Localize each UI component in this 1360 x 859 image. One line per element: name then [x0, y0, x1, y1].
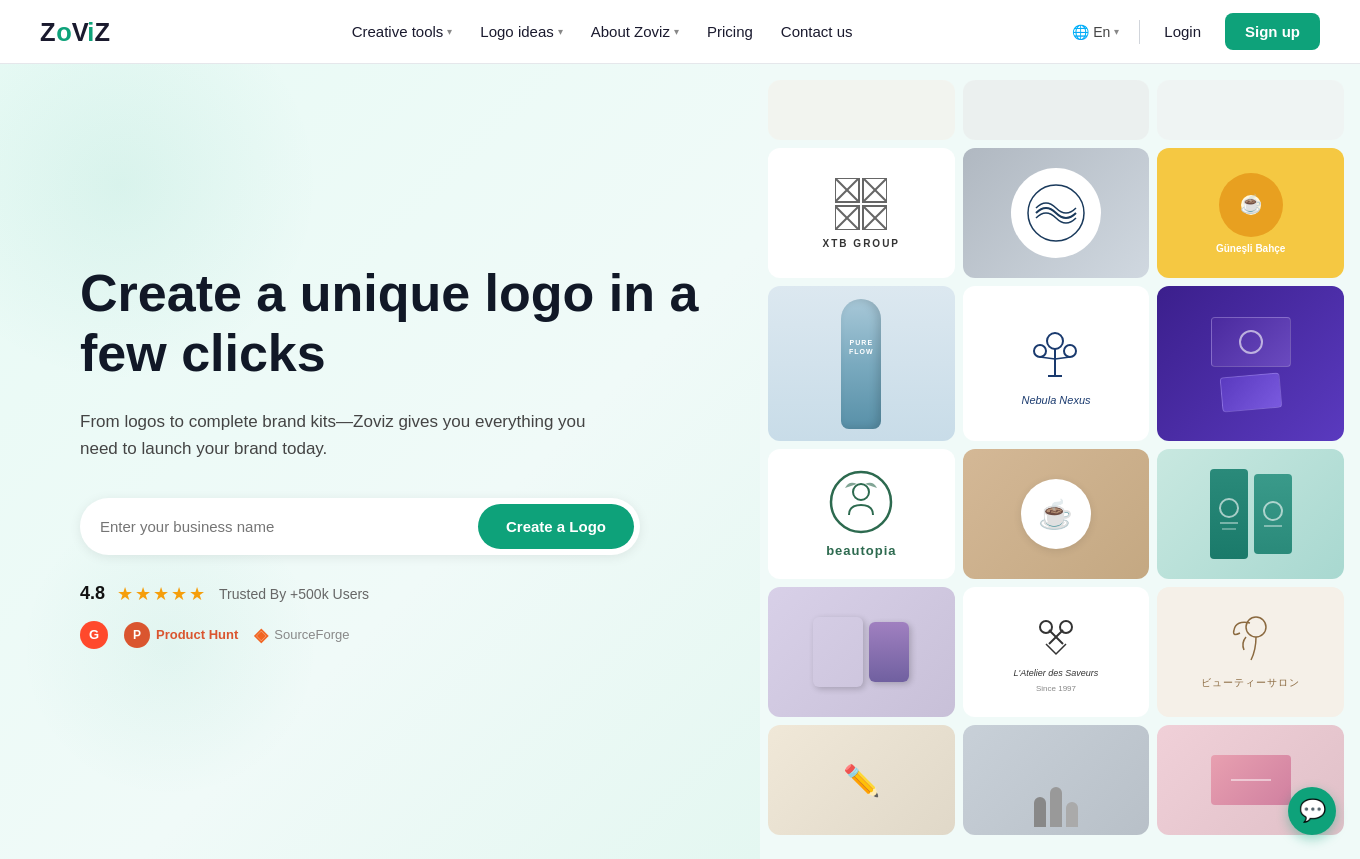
gunesli-name: Güneşli Bahçe — [1216, 243, 1285, 254]
svg-line-25 — [1055, 357, 1070, 359]
nebula-logo-icon — [1028, 321, 1083, 386]
hero-subtext: From logos to complete brand kits—Zoviz … — [80, 408, 600, 462]
beauty-jp-logo-icon — [1226, 615, 1276, 670]
rating-number: 4.8 — [80, 583, 105, 604]
beautopia-name: beautopia — [826, 543, 896, 558]
atelier-name: L'Atelier des Saveurs — [1014, 668, 1099, 678]
gallery-card-top3 — [1157, 80, 1344, 140]
gallery-card-beauty-jp[interactable]: ビューティーサロン — [1157, 587, 1344, 717]
svg-point-20 — [1047, 333, 1063, 349]
badge-row: G P Product Hunt ◈ SourceForge — [80, 621, 700, 649]
create-logo-button[interactable]: Create a Logo — [478, 504, 634, 549]
gallery-card-sketch[interactable]: ✏️ — [768, 725, 955, 835]
svg-line-24 — [1040, 357, 1055, 359]
nav-about[interactable]: About Zoviz ▾ — [579, 15, 691, 48]
nav-right: 🌐 En ▾ Login Sign up — [1064, 13, 1320, 50]
chevron-down-icon: ▾ — [1114, 26, 1119, 37]
nav-links: Creative tools ▾ Logo ideas ▾ About Zovi… — [340, 15, 865, 48]
chevron-down-icon: ▾ — [674, 26, 679, 37]
globe-icon: 🌐 — [1072, 24, 1089, 40]
hero-headline: Create a unique logo in a few clicks — [80, 264, 700, 384]
svg-text:V: V — [72, 18, 89, 46]
producthunt-badge[interactable]: P Product Hunt — [124, 622, 238, 648]
bluewave-logo-icon — [1026, 183, 1086, 243]
g2-badge: G — [80, 621, 108, 649]
gallery-card-bizcard[interactable] — [1157, 286, 1344, 441]
svg-text:Z: Z — [40, 18, 56, 46]
nav-creative-tools[interactable]: Creative tools ▾ — [340, 15, 465, 48]
main-content: Create a unique logo in a few clicks Fro… — [0, 64, 1360, 859]
signup-button[interactable]: Sign up — [1225, 13, 1320, 50]
producthunt-icon: P — [124, 622, 150, 648]
trusted-text: Trusted By +500k Users — [219, 586, 369, 602]
svg-text:i: i — [87, 18, 94, 46]
rating-stars: ★★★★★ — [117, 583, 207, 605]
chat-icon: 💬 — [1299, 798, 1326, 824]
navbar: Z o V i Z Creative tools ▾ Logo ideas ▾ … — [0, 0, 1360, 64]
g2-icon: G — [80, 621, 108, 649]
svg-text:Z: Z — [95, 18, 111, 46]
ira-icon: ☕ — [1038, 498, 1073, 531]
gallery-card-top2 — [963, 80, 1150, 140]
business-name-input[interactable] — [100, 518, 478, 535]
gallery-card-top1 — [768, 80, 955, 140]
atelier-since: Since 1997 — [1036, 684, 1076, 693]
sourceforge-icon: ◈ — [254, 624, 268, 646]
chevron-down-icon: ▾ — [558, 26, 563, 37]
nav-divider — [1139, 20, 1140, 44]
login-button[interactable]: Login — [1152, 17, 1213, 46]
language-selector[interactable]: 🌐 En ▾ — [1064, 18, 1127, 46]
site-logo[interactable]: Z o V i Z — [40, 14, 140, 50]
svg-point-21 — [1034, 345, 1046, 357]
nebula-name: Nebula Nexus — [1021, 394, 1090, 406]
svg-point-27 — [853, 484, 869, 500]
nav-logo-ideas[interactable]: Logo ideas ▾ — [468, 15, 574, 48]
gallery-card-bluewave[interactable] — [963, 148, 1150, 278]
nav-contact[interactable]: Contact us — [769, 15, 865, 48]
chat-button[interactable]: 💬 — [1288, 787, 1336, 835]
gallery-card-purple-pkg[interactable] — [768, 587, 955, 717]
hero-section: Create a unique logo in a few clicks Fro… — [0, 64, 760, 859]
gallery-card-gunesli[interactable]: ☕ Güneşli Bahçe — [1157, 148, 1344, 278]
xtb-name: XTB GROUP — [823, 238, 900, 249]
gallery-card-beautopia[interactable]: beautopia — [768, 449, 955, 579]
chevron-down-icon: ▾ — [447, 26, 452, 37]
xtb-logo-icon — [835, 178, 887, 230]
svg-point-32 — [1246, 617, 1266, 637]
svg-text:o: o — [56, 18, 72, 46]
gallery-card-teal-pkg[interactable] — [1157, 449, 1344, 579]
gallery-card-nebula[interactable]: Nebula Nexus — [963, 286, 1150, 441]
gallery-card-xtb[interactable]: XTB GROUP — [768, 148, 955, 278]
svg-point-22 — [1064, 345, 1076, 357]
svg-text:☕: ☕ — [1240, 193, 1263, 215]
producthunt-label: Product Hunt — [156, 627, 238, 642]
beauty-jp-name: ビューティーサロン — [1201, 676, 1300, 690]
sketch-icon: ✏️ — [843, 763, 880, 798]
gallery-card-pureflow[interactable]: PUREFLOW — [768, 286, 955, 441]
atelier-logo-icon — [1031, 612, 1081, 662]
gallery-card-atelier[interactable]: L'Atelier des Saveurs Since 1997 — [963, 587, 1150, 717]
gallery-section: XTB GROUP ☕ — [760, 64, 1360, 859]
logo-search-form: Create a Logo — [80, 498, 640, 555]
gallery-card-silhouette[interactable] — [963, 725, 1150, 835]
sourceforge-badge[interactable]: ◈ SourceForge — [254, 624, 349, 646]
sourceforge-label: SourceForge — [274, 627, 349, 642]
gunesli-icon: ☕ — [1219, 173, 1283, 237]
nav-pricing[interactable]: Pricing — [695, 15, 765, 48]
beautopia-logo-icon — [829, 470, 894, 535]
gallery-card-ira[interactable]: ☕ — [963, 449, 1150, 579]
svg-point-26 — [831, 472, 891, 532]
rating-row: 4.8 ★★★★★ Trusted By +500k Users — [80, 583, 700, 605]
